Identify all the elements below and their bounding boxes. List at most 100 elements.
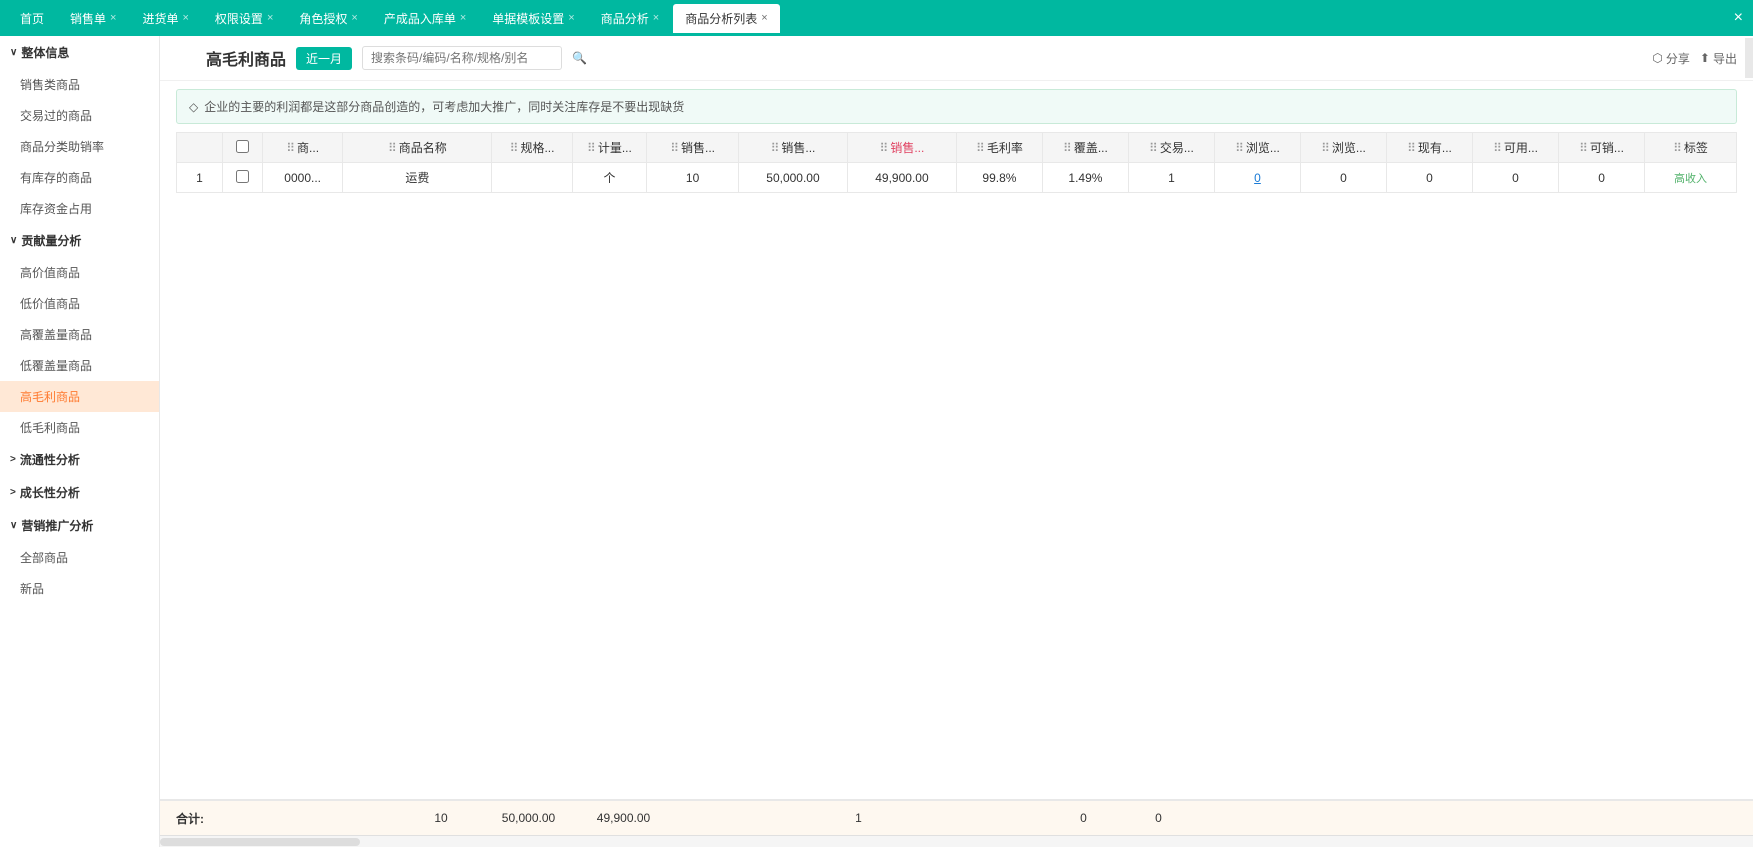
share-icon: ⬡ bbox=[1652, 51, 1662, 65]
sidebar-toggle-button[interactable]: 《 bbox=[1745, 38, 1753, 78]
close-icon[interactable]: × bbox=[568, 12, 574, 24]
col-check[interactable] bbox=[222, 133, 262, 163]
nav-tab-analysis[interactable]: 商品分析 × bbox=[589, 4, 671, 33]
horizontal-scrollbar[interactable] bbox=[160, 835, 1753, 847]
sidebar-item-sales-goods[interactable]: 销售类商品 bbox=[0, 69, 159, 100]
sidebar-item-all-goods[interactable]: 全部商品 bbox=[0, 542, 159, 573]
sidebar-item-low-value[interactable]: 低价值商品 bbox=[0, 288, 159, 319]
nav-tab-analysis-list[interactable]: 商品分析列表 × bbox=[673, 4, 779, 33]
sidebar-item-new-goods[interactable]: 新品 bbox=[0, 573, 159, 604]
sidebar-item-stock-funds[interactable]: 库存资金占用 bbox=[0, 193, 159, 224]
close-icon[interactable]: × bbox=[110, 12, 116, 24]
sidebar-group-overall[interactable]: ∨ 整体信息 bbox=[0, 36, 159, 69]
close-icon[interactable]: × bbox=[267, 12, 273, 24]
info-text: 企业的主要的利润都是这部分商品创造的，可考虑加大推广，同时关注库存是不要出现缺货 bbox=[204, 98, 684, 115]
filter-recent-month-button[interactable]: 近一月 bbox=[296, 47, 352, 70]
footer-transactions: 1 bbox=[821, 811, 896, 825]
row-checkbox[interactable] bbox=[236, 170, 249, 183]
close-icon[interactable]: × bbox=[761, 12, 767, 24]
footer-cell-blank1 bbox=[296, 811, 401, 825]
col-stock-current[interactable]: ⠿现有... bbox=[1387, 133, 1473, 163]
col-spec[interactable]: ⠿规格... bbox=[492, 133, 572, 163]
col-resize-icon: ⠿ bbox=[1493, 141, 1502, 155]
nav-tab-role[interactable]: 角色授权 × bbox=[287, 4, 369, 33]
sidebar-item-high-value[interactable]: 高价值商品 bbox=[0, 257, 159, 288]
sidebar-item-traded-goods[interactable]: 交易过的商品 bbox=[0, 100, 159, 131]
cell-tag: 高收入 bbox=[1645, 163, 1737, 193]
col-resize-icon: ⠿ bbox=[286, 141, 295, 155]
col-resize-icon: ⠿ bbox=[510, 141, 519, 155]
col-sales-profit[interactable]: ⠿销售... bbox=[847, 133, 956, 163]
col-sales-qty[interactable]: ⠿销售... bbox=[647, 133, 739, 163]
col-coverage[interactable]: ⠿覆盖... bbox=[1042, 133, 1128, 163]
window-close-button[interactable]: × bbox=[1734, 9, 1743, 27]
footer-blank4 bbox=[896, 811, 971, 825]
col-stock-saleable[interactable]: ⠿可销... bbox=[1559, 133, 1645, 163]
col-resize-icon: ⠿ bbox=[388, 141, 397, 155]
arrow-right-icon: > bbox=[10, 487, 16, 498]
col-resize-icon: ⠿ bbox=[670, 141, 679, 155]
export-icon: ⬆ bbox=[1700, 51, 1710, 65]
col-resize-icon: ⠿ bbox=[1673, 141, 1682, 155]
sidebar-item-high-margin[interactable]: 高毛利商品 bbox=[0, 381, 159, 412]
sidebar-item-category-rate[interactable]: 商品分类助销率 bbox=[0, 131, 159, 162]
sidebar-item-high-coverage[interactable]: 高覆盖量商品 bbox=[0, 319, 159, 350]
footer-blank5 bbox=[971, 811, 1046, 825]
col-views1[interactable]: ⠿浏览... bbox=[1214, 133, 1300, 163]
cell-name: 运费 bbox=[343, 163, 492, 193]
table-container: ⠿商... ⠿商品名称 ⠿规格... ⠿计量... ⠿销售... ⠿销售... … bbox=[176, 132, 1737, 799]
select-all-checkbox[interactable] bbox=[236, 140, 249, 153]
cell-index: 1 bbox=[177, 163, 223, 193]
sidebar-item-low-coverage[interactable]: 低覆盖量商品 bbox=[0, 350, 159, 381]
table-row: 1 0000... 运费 个 10 50,000.00 49,900.00 99… bbox=[177, 163, 1737, 193]
sidebar-group-contribution[interactable]: ∨ 贡献量分析 bbox=[0, 224, 159, 257]
arrow-down-icon: ∨ bbox=[10, 520, 17, 531]
search-icon[interactable]: 🔍 bbox=[572, 51, 587, 65]
nav-tab-purchase[interactable]: 进货单 × bbox=[130, 4, 200, 33]
col-resize-icon: ⠿ bbox=[880, 141, 889, 155]
col-stock-available[interactable]: ⠿可用... bbox=[1473, 133, 1559, 163]
sidebar-item-in-stock[interactable]: 有库存的商品 bbox=[0, 162, 159, 193]
data-table: ⠿商... ⠿商品名称 ⠿规格... ⠿计量... ⠿销售... ⠿销售... … bbox=[176, 132, 1737, 193]
cell-unit: 个 bbox=[572, 163, 647, 193]
col-resize-icon: ⠿ bbox=[1149, 141, 1158, 155]
col-code[interactable]: ⠿商... bbox=[263, 133, 343, 163]
cell-transactions: 1 bbox=[1128, 163, 1214, 193]
col-gross-margin[interactable]: ⠿毛利率 bbox=[956, 133, 1042, 163]
cell-spec bbox=[492, 163, 572, 193]
nav-tab-permission[interactable]: 权限设置 × bbox=[203, 4, 285, 33]
footer-sales-amount: 50,000.00 bbox=[481, 811, 576, 825]
cell-stock-saleable: 0 bbox=[1559, 163, 1645, 193]
cell-views1[interactable]: 0 bbox=[1214, 163, 1300, 193]
nav-tab-template[interactable]: 单据模板设置 × bbox=[480, 4, 586, 33]
col-tag[interactable]: ⠿标签 bbox=[1645, 133, 1737, 163]
close-icon[interactable]: × bbox=[460, 12, 466, 24]
sidebar-item-low-margin[interactable]: 低毛利商品 bbox=[0, 412, 159, 443]
search-input[interactable] bbox=[362, 46, 562, 70]
cell-views2: 0 bbox=[1300, 163, 1386, 193]
close-icon[interactable]: × bbox=[653, 12, 659, 24]
col-resize-icon: ⠿ bbox=[1579, 141, 1588, 155]
nav-tab-home[interactable]: 首页 bbox=[8, 4, 56, 33]
scrollbar-thumb[interactable] bbox=[160, 838, 360, 846]
col-name[interactable]: ⠿商品名称 bbox=[343, 133, 492, 163]
footer-cells: 10 50,000.00 49,900.00 1 0 0 bbox=[296, 811, 1737, 825]
close-icon[interactable]: × bbox=[182, 12, 188, 24]
col-index bbox=[177, 133, 223, 163]
export-button[interactable]: ⬆ 导出 bbox=[1700, 50, 1737, 67]
col-transactions[interactable]: ⠿交易... bbox=[1128, 133, 1214, 163]
main-layout: ∨ 整体信息 销售类商品 交易过的商品 商品分类助销率 有库存的商品 库存资金占… bbox=[0, 36, 1753, 847]
footer-blank2 bbox=[671, 811, 746, 825]
nav-tab-sales[interactable]: 销售单 × bbox=[58, 4, 128, 33]
sidebar-group-marketing[interactable]: ∨ 营销推广分析 bbox=[0, 509, 159, 542]
col-views2[interactable]: ⠿浏览... bbox=[1300, 133, 1386, 163]
col-resize-icon: ⠿ bbox=[1407, 141, 1416, 155]
cell-check[interactable] bbox=[222, 163, 262, 193]
share-button[interactable]: ⬡ 分享 bbox=[1652, 50, 1690, 67]
nav-tab-product-in[interactable]: 产成品入库单 × bbox=[372, 4, 478, 33]
sidebar-group-liquidity[interactable]: > 流通性分析 bbox=[0, 443, 159, 476]
col-sales-amount[interactable]: ⠿销售... bbox=[738, 133, 847, 163]
close-icon[interactable]: × bbox=[351, 12, 357, 24]
sidebar-group-growth[interactable]: > 成长性分析 bbox=[0, 476, 159, 509]
col-unit[interactable]: ⠿计量... bbox=[572, 133, 647, 163]
